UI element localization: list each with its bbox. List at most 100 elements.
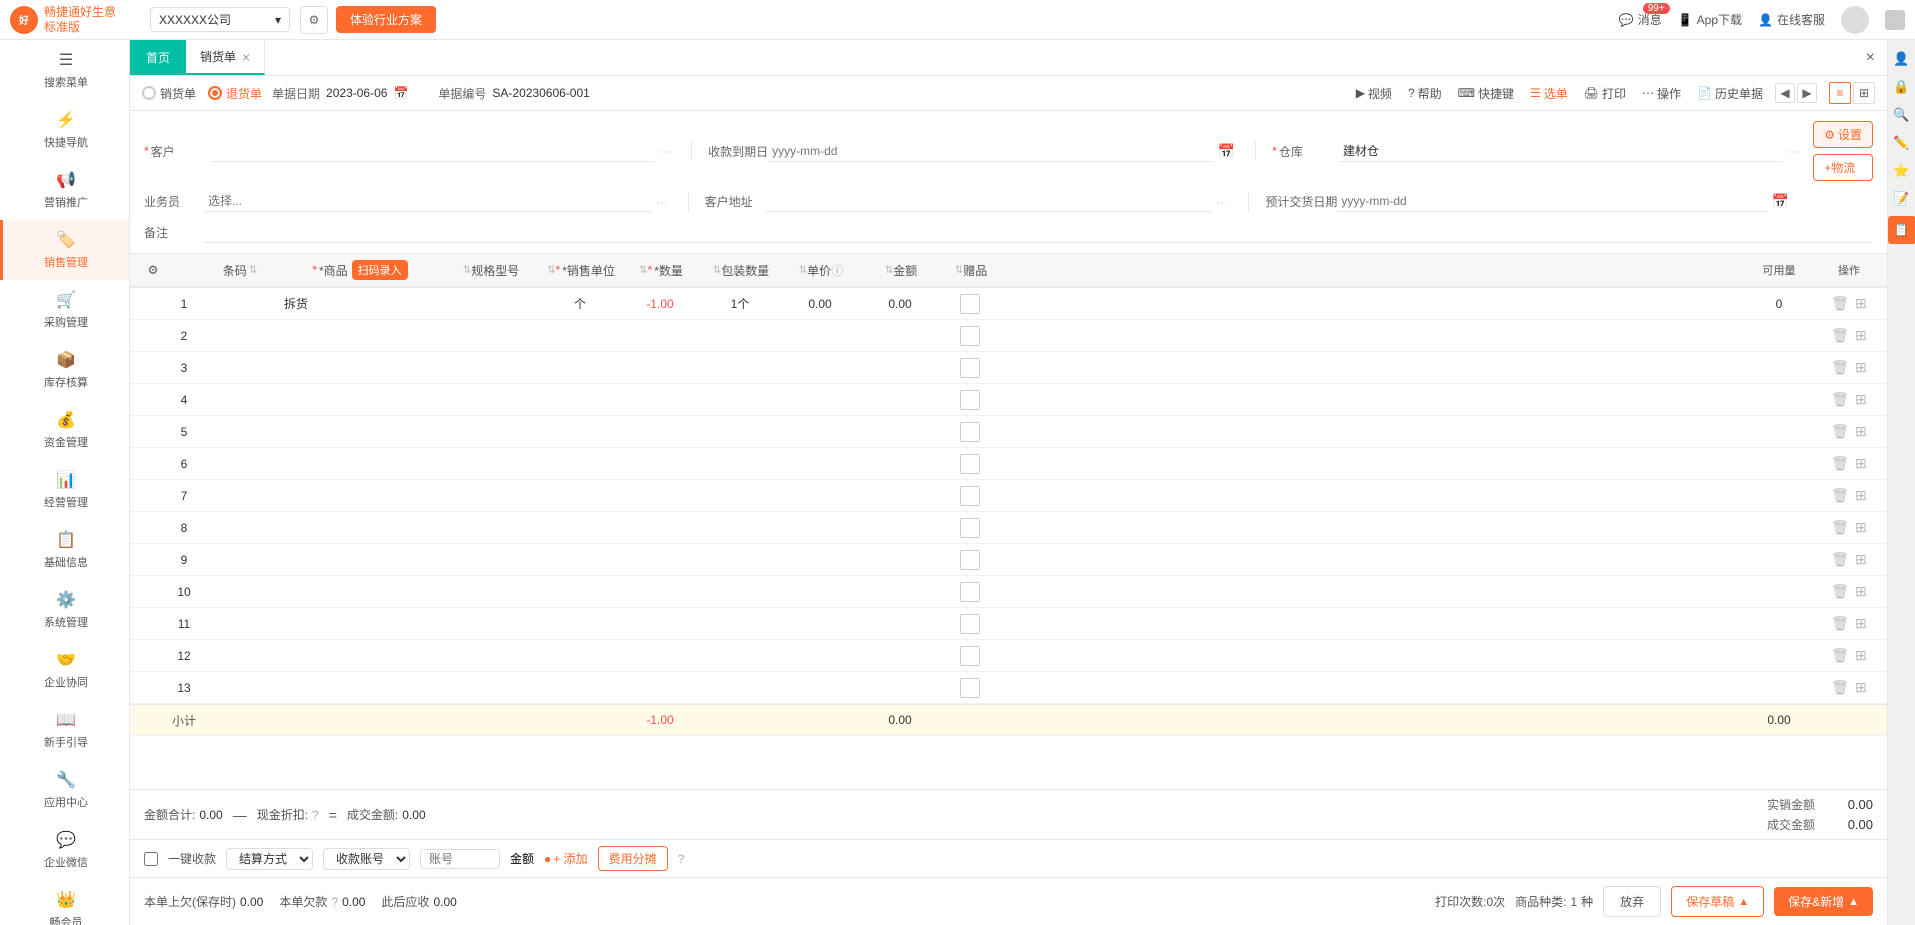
receipt-date-calendar-icon[interactable]: 📅 [1214,143,1239,160]
right-tool-active-button[interactable]: 📋 [1888,216,1915,244]
tab-home[interactable]: 首页 [130,40,186,75]
delete-row-button[interactable]: 🗑 [1828,551,1852,568]
app-download-button[interactable]: 📱 App下载 [1678,11,1742,28]
sidebar-item-system[interactable]: ⚙️ 系统管理 [0,580,129,640]
td-amount[interactable]: 0.00 [860,297,940,311]
sidebar-item-guide[interactable]: 📖 新手引导 [0,700,129,760]
history-button[interactable]: 📄 历史单据 [1693,83,1767,104]
copy-row-button[interactable]: ⊞ [1852,487,1870,504]
expense-help-icon[interactable]: ? [678,852,685,866]
tab-sales-order[interactable]: 销货单 × [186,40,265,75]
video-button[interactable]: ▶ 视频 [1352,83,1396,104]
company-select[interactable]: XXXXXX公司 ▾ [150,7,290,32]
gift-checkbox[interactable] [960,582,980,602]
copy-row-button[interactable]: ⊞ [1852,583,1870,600]
copy-row-button[interactable]: ⊞ [1852,551,1870,568]
notes-input[interactable] [204,222,1873,243]
sidebar-item-basic-info[interactable]: 📋 基础信息 [0,520,129,580]
tab-right-close-button[interactable]: × [1854,49,1887,67]
discount-help-icon[interactable]: ? [312,808,319,822]
expense-split-button[interactable]: 费用分摊 [598,846,668,871]
price-help-icon[interactable]: ⓘ [831,262,843,279]
expected-date-input[interactable] [1337,191,1767,212]
sidebar-item-search[interactable]: ☰ 搜索菜单 [0,40,129,100]
td-unit[interactable]: 个 [540,295,620,312]
delete-row-button[interactable]: 🗑 [1828,359,1852,376]
gift-checkbox[interactable] [960,486,980,506]
print-button[interactable]: 🖨 打印 [1580,83,1630,104]
payment-account-select[interactable]: 收款账号 [323,848,410,870]
calendar-icon[interactable]: 📅 [393,86,408,100]
select-order-button[interactable]: ☰ 选单 [1526,83,1572,104]
online-service-button[interactable]: 👤 在线客服 [1758,11,1825,28]
right-tool-star-button[interactable]: ⭐ [1891,160,1913,182]
td-price[interactable]: 0.00 [780,297,860,311]
td-qty[interactable]: -1.00 [620,297,700,311]
right-tool-pencil-button[interactable]: 📝 [1891,188,1913,210]
td-product[interactable]: 拆货 [280,295,440,312]
sidebar-item-inventory[interactable]: 📦 库存核算 [0,340,129,400]
payment-amount-input[interactable] [420,849,500,869]
list-view-button[interactable]: ≡ [1829,82,1851,104]
copy-row-button[interactable]: ⊞ [1852,327,1870,344]
warehouse-more-button[interactable]: ··· [1783,144,1803,158]
help-button[interactable]: ? 帮助 [1404,83,1446,104]
radio-sale-order[interactable]: 销货单 [142,85,196,102]
tab-close-button[interactable]: × [242,49,250,65]
operation-button[interactable]: ⋯ 操作 [1638,83,1685,104]
column-settings-icon[interactable]: ⚙ [148,263,159,277]
message-button[interactable]: 💬 消息 99+ [1619,11,1662,28]
gift-checkbox[interactable] [960,646,980,666]
copy-row-button[interactable]: ⊞ [1852,295,1870,312]
prev-button[interactable]: ◀ [1775,83,1795,103]
copy-row-button[interactable]: ⊞ [1852,679,1870,696]
gift-checkbox[interactable] [960,358,980,378]
avatar[interactable] [1841,6,1869,34]
customer-more-button[interactable]: ··· [655,144,675,158]
gift-checkbox[interactable] [960,454,980,474]
delete-row-button[interactable]: 🗑 [1828,583,1852,600]
customer-input[interactable] [211,141,655,162]
receipt-date-input[interactable] [768,141,1214,162]
copy-row-button[interactable]: ⊞ [1852,615,1870,632]
discard-button[interactable]: 放弃 [1603,886,1661,917]
one-click-payment-checkbox[interactable] [144,852,158,866]
logistics-button[interactable]: +物流 [1813,154,1873,181]
gift-checkbox[interactable] [960,422,980,442]
grid-view-button[interactable]: ⊞ [1853,82,1875,104]
gift-checkbox[interactable] [960,390,980,410]
avatar2[interactable] [1885,10,1905,30]
copy-row-button[interactable]: ⊞ [1852,359,1870,376]
save-draft-button[interactable]: 保存草稿 ▲ [1671,886,1764,917]
delete-row-button[interactable]: 🗑 [1828,295,1852,312]
delete-row-button[interactable]: 🗑 [1828,423,1852,440]
delete-row-button[interactable]: 🗑 [1828,487,1852,504]
right-tool-search-button[interactable]: 🔍 [1891,104,1913,126]
gift-checkbox[interactable] [960,326,980,346]
payment-method-select[interactable]: 结算方式 [226,848,313,870]
td-pkg[interactable]: 1个 [700,295,780,312]
delete-row-button[interactable]: 🗑 [1828,647,1852,664]
shortcut-button[interactable]: ⌨ 快捷键 [1454,83,1518,104]
right-tool-profile-button[interactable]: 👤 [1891,48,1913,70]
add-payment-button[interactable]: ● + 添加 [544,850,588,867]
customer-address-input[interactable] [765,191,1213,212]
sidebar-item-finance[interactable]: 💰 资金管理 [0,400,129,460]
next-button[interactable]: ▶ [1797,83,1817,103]
radio-return-order[interactable]: 退货单 [208,85,262,102]
sidebar-item-management[interactable]: 📊 经营管理 [0,460,129,520]
gift-checkbox[interactable] [960,518,980,538]
customer-addr-more-button[interactable]: ··· [1212,195,1232,209]
copy-row-button[interactable]: ⊞ [1852,647,1870,664]
salesperson-input[interactable] [204,191,652,212]
single-debt-help-icon[interactable]: ? [331,895,338,909]
save-new-button[interactable]: 保存&新增 ▲ [1774,887,1873,916]
settings-gear-button[interactable]: ⚙ [300,6,328,34]
delete-row-button[interactable]: 🗑 [1828,327,1852,344]
delete-row-button[interactable]: 🗑 [1828,679,1852,696]
settings-button[interactable]: ⚙ 设置 [1813,121,1873,148]
delete-row-button[interactable]: 🗑 [1828,391,1852,408]
sidebar-item-member[interactable]: 👑 畅会员 [0,880,129,925]
gift-checkbox[interactable] [960,614,980,634]
copy-row-button[interactable]: ⊞ [1852,423,1870,440]
